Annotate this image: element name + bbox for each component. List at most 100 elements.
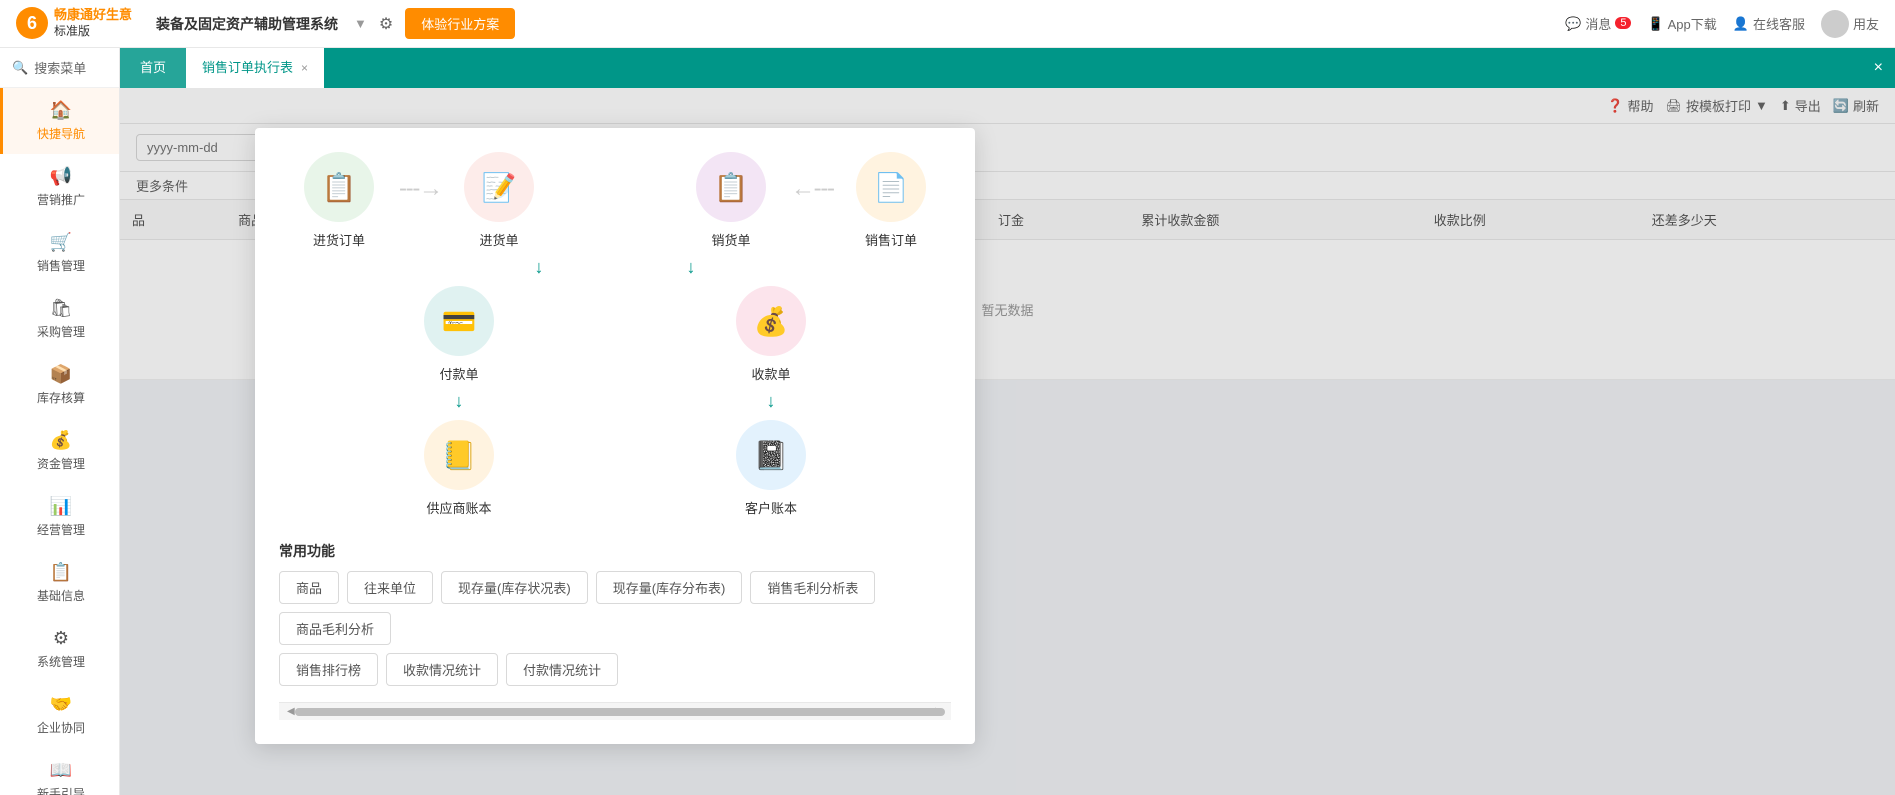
customer-ledger-circle: 📓 — [736, 420, 806, 490]
flow-diagram: 📋 进货订单 - - - → — [279, 152, 951, 525]
sidebar-item-guide[interactable]: 📖 新手引导 — [0, 748, 119, 795]
top-actions: 💬 消息 5 📱 App下载 👤 在线客服 用友 — [1565, 10, 1879, 38]
scroll-thumb — [295, 708, 945, 716]
user-menu-button[interactable]: 用友 — [1821, 10, 1879, 38]
logo-area: 6 畅康通好生意 标准版 — [16, 7, 136, 39]
app-container: 6 畅康通好生意 标准版 装备及固定资产辅助管理系统 ▼ ⚙ 体验行业方案 💬 … — [0, 0, 1895, 795]
system-dropdown-icon[interactable]: ▼ — [354, 16, 367, 31]
payment-circle: 💳 — [424, 286, 494, 356]
sidebar-item-inventory[interactable]: 📦 库存核算 — [0, 352, 119, 418]
popup-overlay: 📋 进货订单 - - - → — [120, 88, 1895, 795]
app-download-button[interactable]: 📱 App下载 — [1647, 14, 1716, 33]
func-btn-payment-stats[interactable]: 付款情况统计 — [506, 653, 618, 686]
scroll-area: ◀ ▶ — [279, 702, 951, 720]
content-area: 首页 销售订单执行表 × × ❓ 帮助 🖨 — [120, 48, 1895, 795]
system-icon: ⚙ — [53, 628, 69, 649]
tab-home[interactable]: 首页 — [120, 48, 186, 88]
message-icon: 💬 — [1565, 16, 1581, 32]
operations-icon: 📊 — [50, 496, 72, 517]
service-icon: 👤 — [1733, 16, 1749, 32]
tab-sales-order[interactable]: 销售订单执行表 × — [186, 48, 324, 88]
message-button[interactable]: 💬 消息 5 — [1565, 14, 1631, 33]
experience-button[interactable]: 体验行业方案 — [405, 8, 515, 39]
sidebar-item-quick-nav[interactable]: 🏠 快捷导航 — [0, 88, 119, 154]
flow-node-customer-ledger[interactable]: 📓 客户账本 — [711, 420, 831, 517]
tab-close-icon[interactable]: × — [301, 48, 308, 88]
sales-order-circle: 📄 — [856, 152, 926, 222]
arrow-down-sales: ↓ — [631, 257, 751, 278]
guide-icon: 📖 — [50, 760, 72, 781]
logo-icon: 6 — [16, 7, 48, 39]
flow-row-1: 📋 进货订单 - - - → — [279, 152, 951, 249]
purchase-order-circle: 📋 — [304, 152, 374, 222]
gear-icon[interactable]: ⚙ — [379, 14, 393, 34]
sidebar: 🔍 搜索菜单 🏠 快捷导航 📢 营销推广 🛒 销售管理 🛍 采购管理 📦 — [0, 48, 120, 795]
func-btn-sales-rank[interactable]: 销售排行榜 — [279, 653, 378, 686]
func-btn-sales-profit[interactable]: 销售毛利分析表 — [750, 571, 875, 604]
search-icon: 🔍 — [12, 60, 28, 76]
func-btn-units[interactable]: 往来单位 — [347, 571, 433, 604]
arrow-down-purchase: ↓ — [479, 257, 599, 278]
marketing-icon: 📢 — [50, 166, 72, 187]
flow-node-purchase-order[interactable]: 📋 进货订单 — [279, 152, 399, 249]
popup-panel: 📋 进货订单 - - - → — [255, 128, 975, 744]
flow-node-receipt[interactable]: 💰 收款单 — [711, 286, 831, 383]
func-btn-receipt-stats[interactable]: 收款情况统计 — [386, 653, 498, 686]
func-btn-stock-dist[interactable]: 现存量(库存分布表) — [596, 571, 743, 604]
sidebar-item-marketing[interactable]: 📢 营销推广 — [0, 154, 119, 220]
tab-bar-close-icon[interactable]: × — [1874, 59, 1883, 77]
top-bar: 6 畅康通好生意 标准版 装备及固定资产辅助管理系统 ▼ ⚙ 体验行业方案 💬 … — [0, 0, 1895, 48]
scroll-left-icon[interactable]: ◀ — [287, 706, 295, 717]
basic-info-icon: 📋 — [50, 562, 72, 583]
flow-row-2: 💳 付款单 💰 收款单 — [279, 286, 951, 383]
function-buttons: 商品 往来单位 现存量(库存状况表) 现存量(库存分布表) 销售毛利分析表 商品… — [279, 571, 951, 645]
logo-text: 畅康通好生意 标准版 — [54, 7, 132, 39]
avatar — [1821, 10, 1849, 38]
flow-node-sales-bill[interactable]: 📋 销货单 — [671, 152, 791, 249]
flow-row-3: 📒 供应商账本 📓 客户账本 — [279, 420, 951, 517]
enterprise-icon: 🤝 — [50, 694, 72, 715]
receipt-circle: 💰 — [736, 286, 806, 356]
supplier-ledger-circle: 📒 — [424, 420, 494, 490]
func-btn-stock-status[interactable]: 现存量(库存状况表) — [441, 571, 588, 604]
purchase-bill-circle: 📝 — [464, 152, 534, 222]
flow-node-payment[interactable]: 💳 付款单 — [399, 286, 519, 383]
arrow-down-payment: ↓ — [399, 391, 519, 412]
func-btn-product[interactable]: 商品 — [279, 571, 339, 604]
func-btn-product-profit[interactable]: 商品毛利分析 — [279, 612, 391, 645]
app-icon: 📱 — [1647, 16, 1663, 32]
arrow-down-receipt: ↓ — [711, 391, 831, 412]
page-content: ❓ 帮助 🖨 按模板打印 ▼ ⬆ 导出 🔄 刷新 — [120, 88, 1895, 795]
sidebar-item-sales[interactable]: 🛒 销售管理 — [0, 220, 119, 286]
main-area: 🔍 搜索菜单 🏠 快捷导航 📢 营销推广 🛒 销售管理 🛍 采购管理 📦 — [0, 48, 1895, 795]
search-menu-button[interactable]: 🔍 搜索菜单 — [0, 48, 119, 88]
home-icon: 🏠 — [50, 100, 72, 121]
system-name: 装备及固定资产辅助管理系统 — [156, 14, 338, 34]
purchase-icon: 🛍 — [50, 298, 73, 319]
inventory-icon: 📦 — [50, 364, 72, 385]
flow-row-arrows: ↓ ↓ — [279, 257, 951, 278]
finance-icon: 💰 — [50, 430, 72, 451]
flow-node-purchase-bill[interactable]: 📝 进货单 — [439, 152, 559, 249]
sidebar-item-system[interactable]: ⚙ 系统管理 — [0, 616, 119, 682]
flow-node-supplier-ledger[interactable]: 📒 供应商账本 — [399, 420, 519, 517]
scroll-track[interactable] — [295, 708, 936, 716]
sidebar-item-operations[interactable]: 📊 经营管理 — [0, 484, 119, 550]
tab-bar: 首页 销售订单执行表 × × — [120, 48, 1895, 88]
sidebar-item-finance[interactable]: 💰 资金管理 — [0, 418, 119, 484]
common-functions-title: 常用功能 — [279, 541, 951, 561]
sales-bill-circle: 📋 — [696, 152, 766, 222]
sidebar-item-basic-info[interactable]: 📋 基础信息 — [0, 550, 119, 616]
arrow-h-1: - - - → — [399, 175, 439, 227]
online-service-button[interactable]: 👤 在线客服 — [1733, 14, 1805, 33]
sidebar-item-enterprise[interactable]: 🤝 企业协同 — [0, 682, 119, 748]
flow-node-sales-order[interactable]: 📄 销售订单 — [831, 152, 951, 249]
flow-row-arrows-2: ↓ ↓ — [279, 391, 951, 412]
function-buttons-row2: 销售排行榜 收款情况统计 付款情况统计 — [279, 653, 951, 686]
arrow-h-2: ← - - - — [791, 175, 831, 227]
sales-icon: 🛒 — [50, 232, 72, 253]
brand-version: 标准版 — [54, 24, 132, 40]
sidebar-item-purchase[interactable]: 🛍 采购管理 — [0, 286, 119, 352]
message-badge: 5 — [1615, 17, 1631, 29]
brand-name: 畅康通好生意 — [54, 7, 132, 24]
